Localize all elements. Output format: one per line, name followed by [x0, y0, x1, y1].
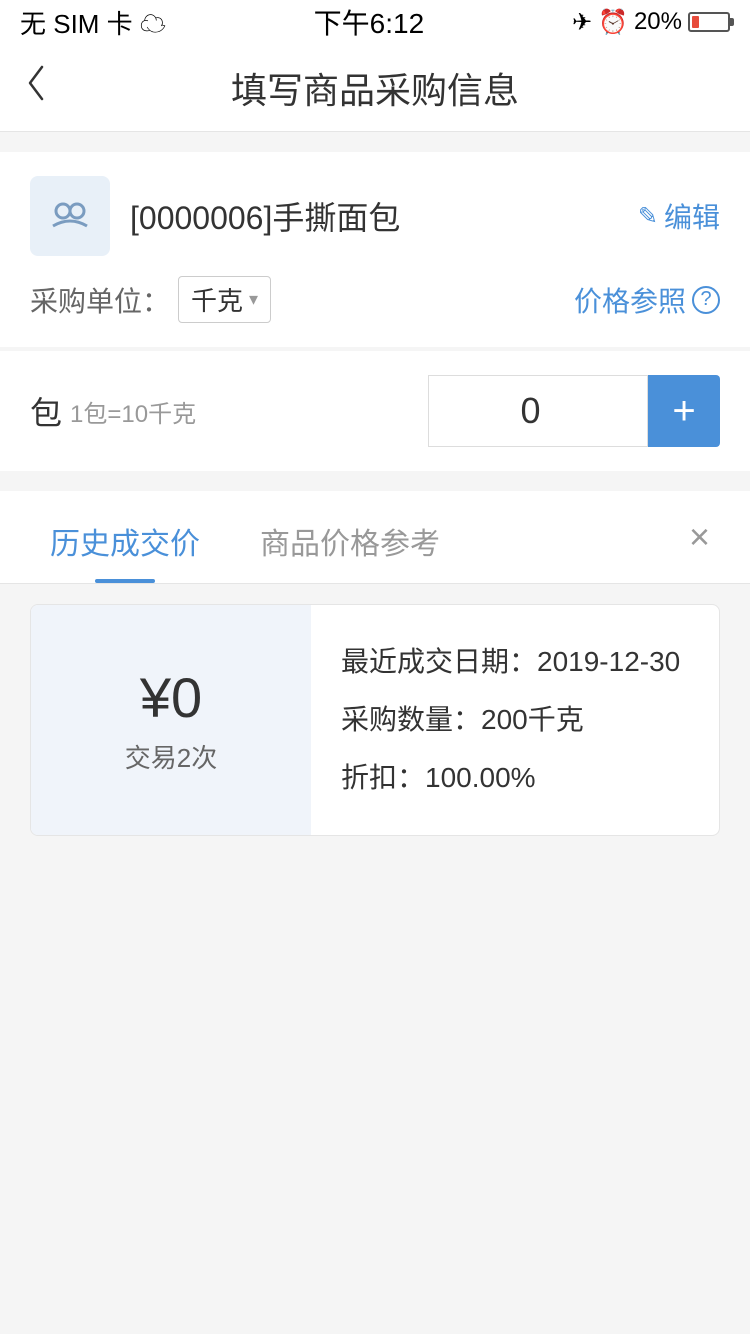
alarm-icon: ⏰	[598, 8, 628, 37]
time-text: 下午6:12	[314, 2, 425, 42]
battery-icon	[688, 12, 730, 32]
discount-row: 折扣：100.00%	[341, 757, 689, 799]
discount-value: 100.00%	[425, 762, 536, 793]
date-label: 最近成交日期：	[341, 646, 537, 677]
tab-price-ref-label: 商品价格参考	[260, 528, 440, 561]
tabs-close-button[interactable]: ×	[679, 506, 720, 568]
quantity-label: 包 1包=10千克	[30, 388, 196, 434]
main-content: ¥0 交易2次 最近成交日期：2019-12-30 采购数量：200千克 折扣：…	[0, 604, 750, 1204]
unit-selector-group: 采购单位： 千克 ▾	[30, 276, 271, 323]
product-header: [0000006]手撕面包 ✎ 编辑	[30, 176, 720, 256]
history-price-column: ¥0 交易2次	[31, 605, 311, 835]
date-row: 最近成交日期：2019-12-30	[341, 641, 689, 683]
edit-button[interactable]: ✎ 编辑	[638, 196, 720, 236]
price-ref-label: 价格参照	[574, 280, 686, 320]
unit-label: 采购单位：	[30, 280, 170, 320]
quantity-row: 包 1包=10千克 +	[0, 351, 750, 471]
nav-bar: 填写商品采购信息	[0, 44, 750, 132]
battery-fill	[692, 16, 699, 28]
back-button[interactable]	[24, 63, 48, 112]
unit-select-dropdown[interactable]: 千克 ▾	[178, 276, 271, 323]
qty-row: 采购数量：200千克	[341, 699, 689, 741]
history-price-amount: ¥0	[140, 665, 202, 730]
product-info: [0000006]手撕面包	[30, 176, 400, 256]
help-question-mark: ?	[700, 288, 711, 311]
trade-count: 交易2次	[125, 738, 217, 775]
qty-unit-name: 包	[30, 388, 62, 434]
tab-price-ref[interactable]: 商品价格参考	[240, 491, 460, 583]
tabs-bar: 历史成交价 商品价格参考 ×	[0, 491, 750, 584]
quantity-plus-button[interactable]: +	[648, 375, 720, 447]
product-unit-row: 采购单位： 千克 ▾ 价格参照 ?	[30, 276, 720, 323]
status-right: ✈ ⏰ 20%	[572, 8, 730, 37]
product-name: [0000006]手撕面包	[130, 193, 400, 239]
page-title: 填写商品采购信息	[231, 62, 519, 114]
history-detail-column: 最近成交日期：2019-12-30 采购数量：200千克 折扣：100.00%	[311, 605, 719, 835]
edit-label: 编辑	[664, 196, 720, 236]
dropdown-arrow-icon: ▾	[249, 289, 258, 310]
carrier-text: 无 SIM 卡 ☁	[20, 4, 166, 41]
history-card: ¥0 交易2次 最近成交日期：2019-12-30 采购数量：200千克 折扣：…	[30, 604, 720, 836]
discount-label: 折扣：	[341, 762, 425, 793]
location-icon: ✈	[572, 8, 592, 37]
product-card: [0000006]手撕面包 ✎ 编辑 采购单位： 千克 ▾ 价格参照 ?	[0, 152, 750, 347]
price-ref-button[interactable]: 价格参照 ?	[574, 280, 720, 320]
date-value: 2019-12-30	[537, 646, 680, 677]
tab-history-price-label: 历史成交价	[50, 528, 200, 561]
qty-label: 采购数量：	[341, 704, 481, 735]
tab-history-price[interactable]: 历史成交价	[30, 491, 220, 583]
qty-value: 200千克	[481, 704, 584, 735]
help-icon: ?	[692, 286, 720, 314]
qty-conversion: 1包=10千克	[70, 394, 196, 429]
product-logo	[30, 176, 110, 256]
status-bar: 无 SIM 卡 ☁ 下午6:12 ✈ ⏰ 20%	[0, 0, 750, 44]
edit-icon: ✎	[638, 202, 658, 231]
unit-value: 千克	[191, 281, 243, 318]
tabs-group: 历史成交价 商品价格参考	[30, 491, 460, 583]
battery-percent: 20%	[634, 8, 682, 36]
quantity-input-group: +	[428, 375, 720, 447]
close-icon: ×	[689, 516, 710, 557]
quantity-input[interactable]	[428, 375, 648, 447]
plus-icon: +	[672, 389, 695, 434]
